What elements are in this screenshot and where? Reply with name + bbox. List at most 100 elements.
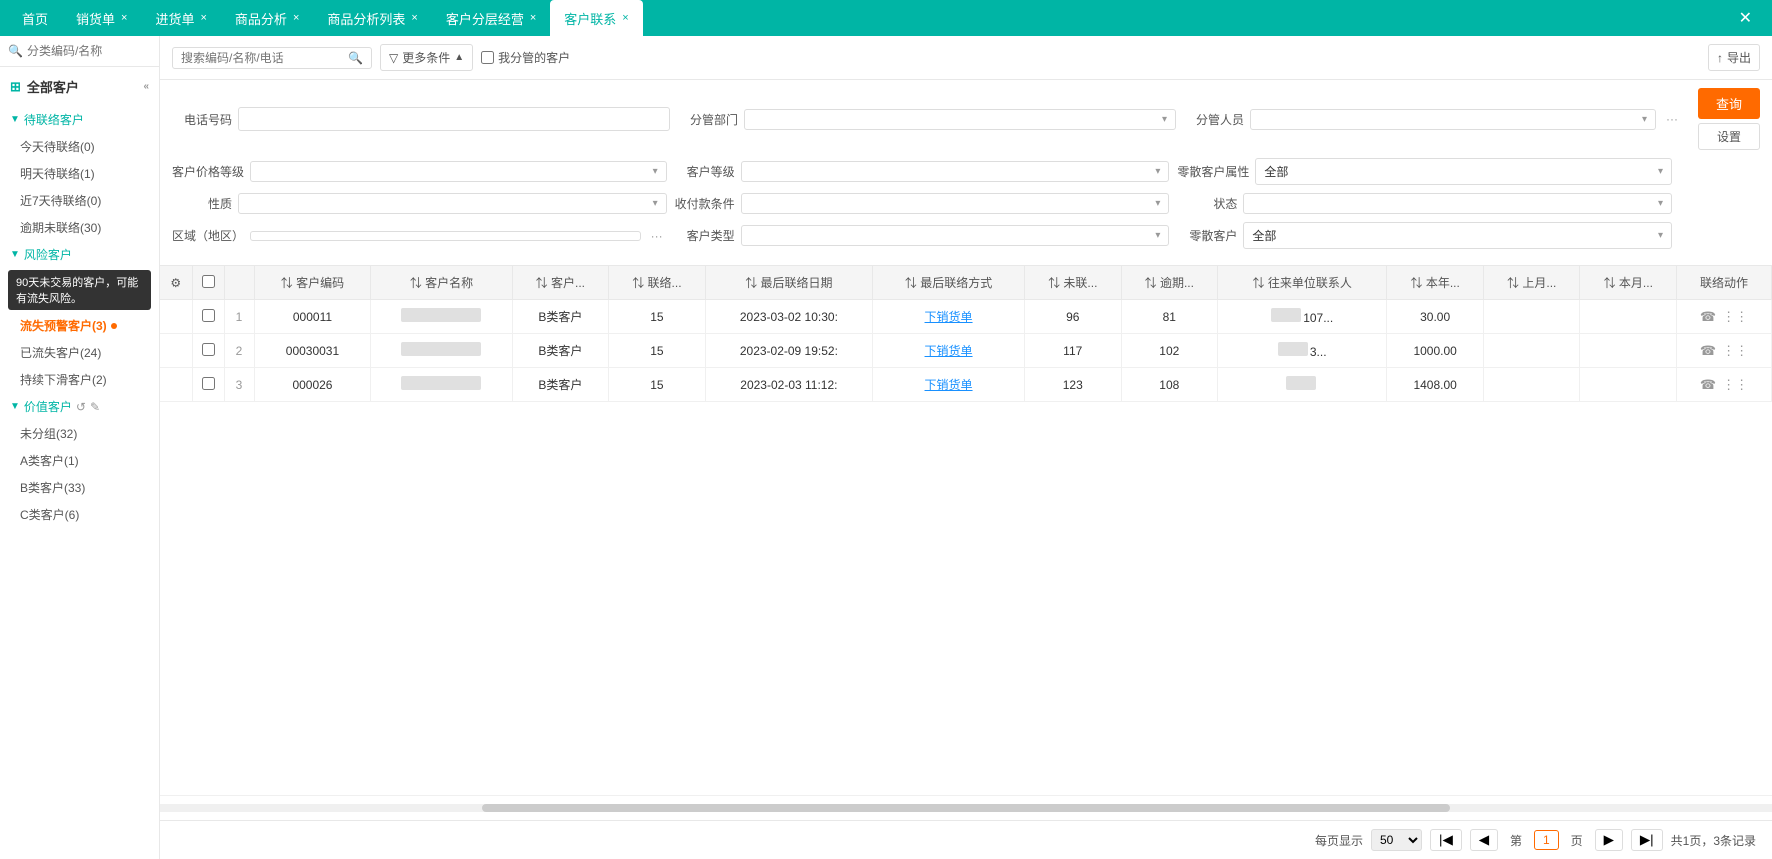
total-info: 共1页，3条记录 — [1671, 832, 1756, 849]
tab-purchase[interactable]: 进货单 × — [141, 0, 220, 36]
row-checkbox[interactable] — [202, 309, 215, 322]
zero-attr-select[interactable]: 全部 ▾ — [1255, 158, 1672, 185]
sidebar-all-customers[interactable]: ⊞ 全部客户 « — [0, 71, 159, 102]
person-dots-icon[interactable]: ··· — [1662, 112, 1682, 126]
price-level-select[interactable]: ▾ — [250, 161, 667, 182]
col-uncontacted[interactable]: ⇅ 未联... — [1024, 266, 1121, 300]
region-select[interactable] — [250, 231, 641, 241]
col-this-month[interactable]: ⇅ 本月... — [1580, 266, 1677, 300]
sidebar-item-class-b[interactable]: B类客户(33) — [0, 474, 159, 501]
sidebar-search-input[interactable] — [27, 44, 151, 58]
col-this-year[interactable]: ⇅ 本年... — [1387, 266, 1484, 300]
col-name[interactable]: ⇅ 客户名称 — [371, 266, 512, 300]
refresh-icon[interactable]: ↺ — [76, 400, 86, 414]
row-last-method[interactable]: 下销货单 — [873, 334, 1025, 368]
sidebar-item-today[interactable]: 今天待联络(0) — [0, 133, 159, 160]
row-uncontacted: 117 — [1024, 334, 1121, 368]
sidebar-item-tomorrow[interactable]: 明天待联络(1) — [0, 160, 159, 187]
window-close-button[interactable]: ✕ — [1727, 8, 1764, 28]
tab-home[interactable]: 首页 — [8, 0, 62, 36]
search-input[interactable] — [181, 51, 348, 65]
close-customer-contact-tab[interactable]: × — [622, 12, 628, 24]
payment-select[interactable]: ▾ — [741, 193, 1170, 214]
query-button[interactable]: 查询 — [1698, 88, 1760, 119]
row-overdue: 102 — [1121, 334, 1218, 368]
per-page-select[interactable]: 50 100 — [1371, 829, 1422, 851]
table-checkbox-all[interactable] — [192, 266, 224, 300]
action-phone-icon[interactable]: ☎ — [1700, 377, 1716, 393]
sidebar-group-value[interactable]: ▼ 价值客户 ↺ ✎ — [0, 393, 159, 420]
first-page-button[interactable]: |◀ — [1430, 829, 1462, 851]
row-uncontacted: 123 — [1024, 368, 1121, 402]
close-analysis-list-tab[interactable]: × — [411, 12, 417, 24]
row-checkbox-cell[interactable] — [192, 368, 224, 402]
sidebar-item-class-a[interactable]: A类客户(1) — [0, 447, 159, 474]
search-execute-icon[interactable]: 🔍 — [348, 51, 363, 65]
phone-input[interactable] — [238, 107, 670, 131]
action-menu-icon[interactable]: ⋮⋮ — [1722, 377, 1748, 393]
sidebar-item-churn-warning[interactable]: 流失预警客户(3) — [0, 312, 159, 339]
col-overdue[interactable]: ⇅ 逾期... — [1121, 266, 1218, 300]
horizontal-scrollbar[interactable] — [160, 795, 1772, 820]
zero-customer-select[interactable]: 全部 ▾ — [1243, 222, 1672, 249]
setting-button[interactable]: 设置 — [1698, 123, 1760, 150]
sidebar-group-risk[interactable]: ▼ 风险客户 — [0, 241, 159, 268]
row-last-method[interactable]: 下销货单 — [873, 300, 1025, 334]
current-page-number: 1 — [1534, 830, 1559, 850]
region-dots-icon[interactable]: ··· — [647, 229, 667, 243]
prev-page-button[interactable]: ◀ — [1470, 829, 1498, 851]
col-unit-contact[interactable]: ⇅ 往来单位联系人 — [1218, 266, 1387, 300]
tab-customer-layer[interactable]: 客户分层经营 × — [432, 0, 550, 36]
action-phone-icon[interactable]: ☎ — [1700, 309, 1716, 325]
sidebar-group-pending[interactable]: ▼ 待联络客户 — [0, 106, 159, 133]
dept-select[interactable]: ▾ — [744, 109, 1176, 130]
gender-select[interactable]: ▾ — [238, 193, 667, 214]
col-code[interactable]: ⇅ 客户编码 — [254, 266, 371, 300]
close-sales-tab[interactable]: × — [121, 12, 127, 24]
export-button[interactable]: ↑ 导出 — [1708, 44, 1760, 71]
sidebar-item-declining[interactable]: 持续下滑客户(2) — [0, 366, 159, 393]
my-customer-checkbox[interactable] — [481, 51, 494, 64]
last-page-button[interactable]: ▶| — [1631, 829, 1663, 851]
col-last-month[interactable]: ⇅ 上月... — [1483, 266, 1580, 300]
tab-analysis[interactable]: 商品分析 × — [221, 0, 313, 36]
action-menu-icon[interactable]: ⋮⋮ — [1722, 343, 1748, 359]
action-menu-icon[interactable]: ⋮⋮ — [1722, 309, 1748, 325]
col-last-date[interactable]: ⇅ 最后联络日期 — [705, 266, 872, 300]
col-action: 联络动作 — [1677, 266, 1772, 300]
orange-dot-icon — [111, 323, 117, 329]
close-analysis-tab[interactable]: × — [293, 12, 299, 24]
level-select[interactable]: ▾ — [741, 161, 1170, 182]
row-checkbox[interactable] — [202, 377, 215, 390]
row-action: ☎ ⋮⋮ — [1677, 300, 1772, 334]
action-phone-icon[interactable]: ☎ — [1700, 343, 1716, 359]
more-filter-button[interactable]: ▽ 更多条件 ▲ — [380, 44, 473, 71]
sidebar-item-overdue[interactable]: 逾期未联络(30) — [0, 214, 159, 241]
tab-customer-contact[interactable]: 客户联系 × — [550, 0, 642, 36]
sidebar-item-churned[interactable]: 已流失客户(24) — [0, 339, 159, 366]
person-select[interactable]: ▾ — [1250, 109, 1656, 130]
sidebar-item-ungrouped[interactable]: 未分组(32) — [0, 420, 159, 447]
row-last-date: 2023-03-02 10:30: — [705, 300, 872, 334]
row-num: 1 — [224, 300, 254, 334]
close-purchase-tab[interactable]: × — [200, 12, 206, 24]
row-last-method[interactable]: 下销货单 — [873, 368, 1025, 402]
status-select[interactable]: ▾ — [1243, 193, 1672, 214]
col-last-method[interactable]: ⇅ 最后联络方式 — [873, 266, 1025, 300]
col-type[interactable]: ⇅ 客户... — [512, 266, 609, 300]
table-settings-col[interactable]: ⚙ — [160, 266, 192, 300]
row-checkbox[interactable] — [202, 343, 215, 356]
sidebar-item-class-c[interactable]: C类客户(6) — [0, 501, 159, 528]
type-select[interactable]: ▾ — [741, 225, 1170, 246]
next-page-button[interactable]: ▶ — [1595, 829, 1623, 851]
my-customer-checkbox-wrap[interactable]: 我分管的客户 — [481, 49, 570, 66]
close-customer-layer-tab[interactable]: × — [530, 12, 536, 24]
row-checkbox-cell[interactable] — [192, 334, 224, 368]
select-all-checkbox[interactable] — [202, 275, 215, 288]
tab-analysis-list[interactable]: 商品分析列表 × — [313, 0, 431, 36]
col-contact[interactable]: ⇅ 联络... — [609, 266, 706, 300]
tab-sales[interactable]: 销货单 × — [62, 0, 141, 36]
row-checkbox-cell[interactable] — [192, 300, 224, 334]
sidebar-item-7days[interactable]: 近7天待联络(0) — [0, 187, 159, 214]
edit-icon[interactable]: ✎ — [90, 400, 100, 414]
